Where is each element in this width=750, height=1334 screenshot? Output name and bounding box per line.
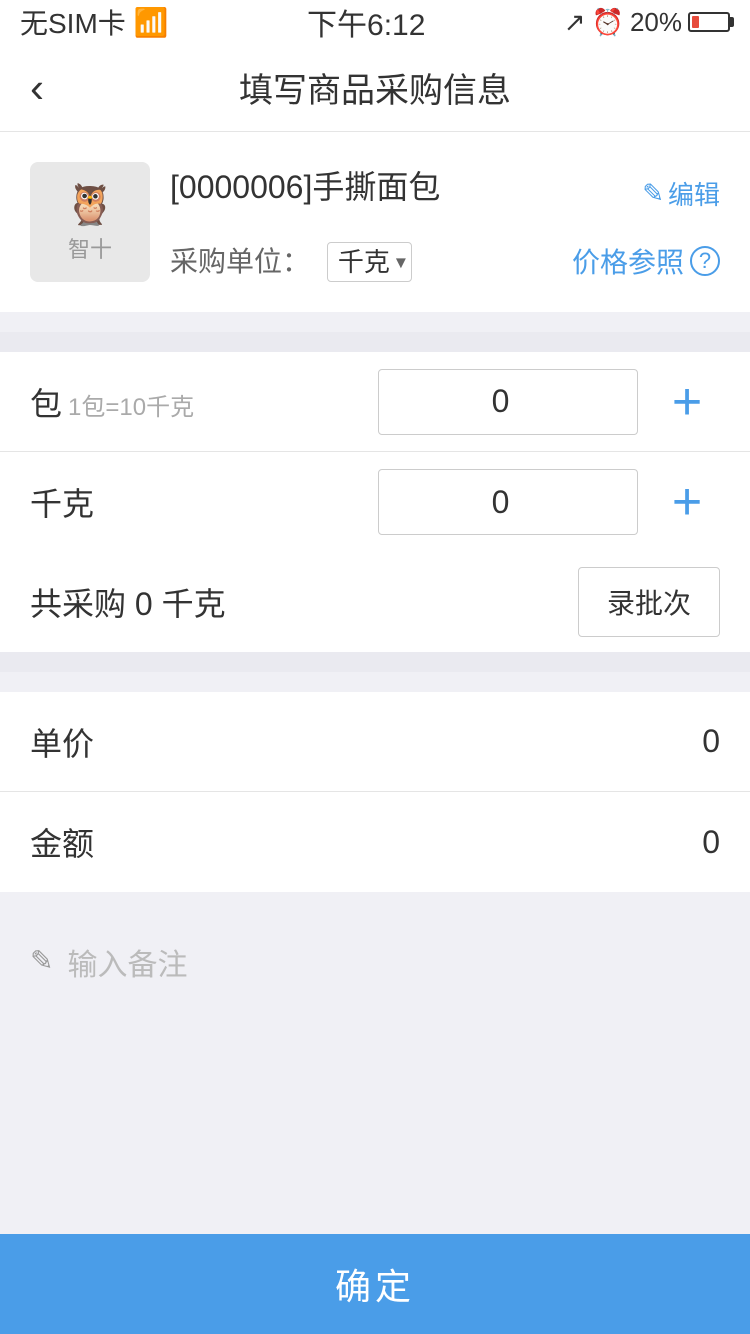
package-input-row: 包1包=10千克 + [0,352,750,452]
location-icon: ↗ [564,7,586,38]
kg-plus-button[interactable]: + [654,469,720,535]
back-button[interactable]: ‹ [30,67,44,109]
product-top-row: [0000006]手撕面包 ✎ 编辑 [170,162,720,224]
product-thumbnail: 🦉 智十 [30,162,150,282]
unit-select-wrapper[interactable]: 千克 包 [319,242,412,282]
summary-row: 共采购 0 千克 录批次 [0,552,750,652]
carrier-text: 无SIM卡 [20,2,126,42]
product-name: [0000006]手撕面包 [170,162,440,208]
edit-label: 编辑 [668,175,720,212]
status-right: ↗ ⏰ 20% [564,7,730,38]
kg-input[interactable] [378,469,638,535]
unit-select[interactable]: 千克 包 [327,242,412,282]
amount-row: 金额 0 [0,792,750,892]
amount-value: 0 [702,824,720,861]
battery-percent: 20% [630,7,682,38]
price-section: 单价 0 金额 0 [0,692,750,892]
divider-1 [0,332,750,352]
package-field-wrap: + [194,369,720,435]
record-batch-button[interactable]: 录批次 [578,567,720,637]
unit-selector-wrap: 采购单位： 千克 包 [170,240,412,282]
input-section: 包1包=10千克 + 千克 + [0,352,750,552]
wifi-icon: 📶 [134,6,169,39]
amount-label: 金额 [30,819,94,865]
thumbnail-text: 智十 [68,232,112,264]
unit-price-label: 单价 [30,719,94,765]
summary-text: 共采购 0 千克 [30,579,226,625]
status-time: 下午6:12 [307,0,425,44]
kg-input-row: 千克 + [0,452,750,552]
price-ref-label: 价格参照 [572,241,684,281]
product-meta: 采购单位： 千克 包 价格参照 ? [170,240,720,282]
nav-bar: ‹ 填写商品采购信息 [0,44,750,132]
package-input[interactable] [378,369,638,435]
divider-2 [0,652,750,672]
product-section: 🦉 智十 [0000006]手撕面包 ✎ 编辑 采购单位： 千克 包 价格 [0,132,750,312]
remark-section[interactable]: ✎ 输入备注 [0,912,750,1032]
price-ref[interactable]: 价格参照 ? [572,241,720,281]
owl-icon: 🦉 [65,181,115,228]
remark-placeholder: 输入备注 [67,940,187,984]
unit-prefix: 采购单位： [170,246,310,277]
edit-link[interactable]: ✎ 编辑 [642,175,720,212]
edit-icon: ✎ [642,178,664,209]
unit-price-value: 0 [702,723,720,760]
battery-icon [688,12,730,32]
status-left: 无SIM卡 📶 [20,2,169,42]
unit-price-row: 单价 0 [0,692,750,792]
package-plus-button[interactable]: + [654,369,720,435]
pencil-icon: ✎ [30,944,53,977]
confirm-button-wrap: 确定 [0,1234,750,1334]
alarm-icon: ⏰ [592,7,624,38]
price-ref-icon: ? [690,246,720,276]
battery-fill [692,16,699,28]
confirm-button[interactable]: 确定 [0,1234,750,1334]
product-info: [0000006]手撕面包 ✎ 编辑 采购单位： 千克 包 价格参照 ? [170,162,720,282]
page-title: 填写商品采购信息 [239,63,511,112]
kg-label: 千克 [30,479,190,525]
package-label: 包1包=10千克 [30,379,194,425]
kg-field-wrap: + [190,469,720,535]
status-bar: 无SIM卡 📶 下午6:12 ↗ ⏰ 20% [0,0,750,44]
